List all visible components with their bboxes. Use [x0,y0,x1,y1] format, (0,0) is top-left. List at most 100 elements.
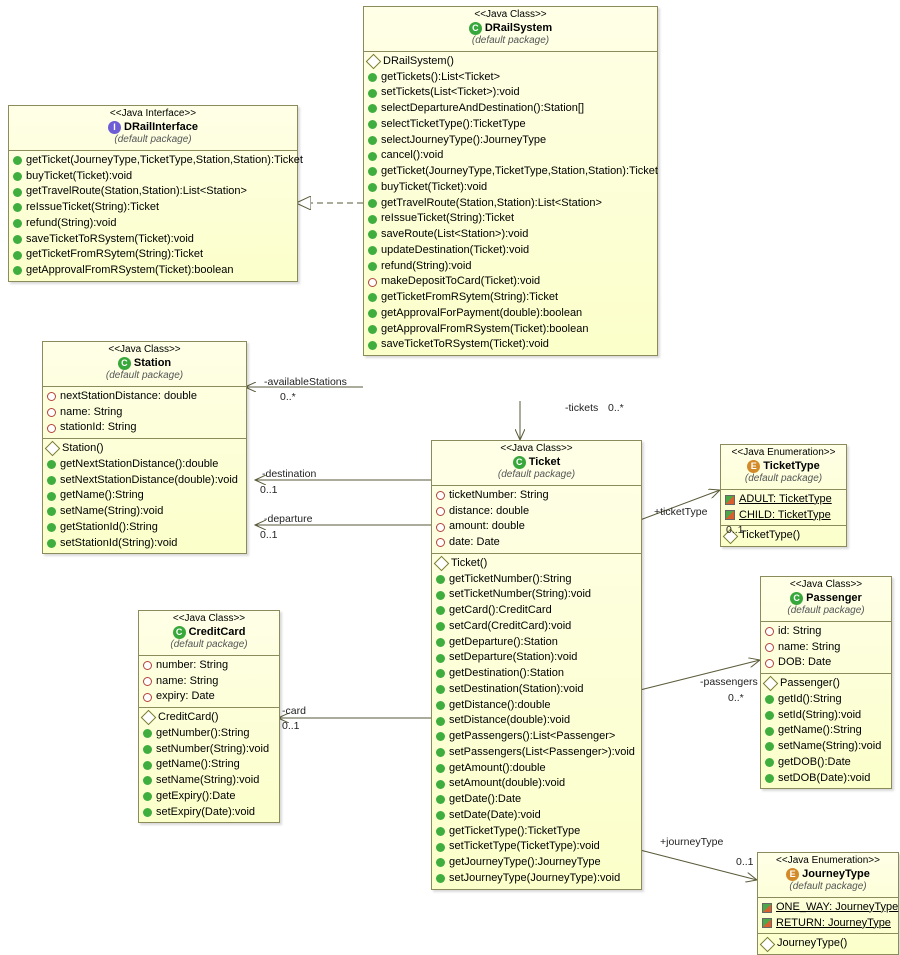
class-journeytype: <<Java Enumeration>> E JourneyType (defa… [757,852,899,955]
class-drailsystem: <<Java Class>> C DRailSystem (default pa… [363,6,658,356]
operation: setDOB(Date):void [765,771,887,787]
operation: reIssueTicket(String):Ticket [368,211,653,227]
attribute: name: String [47,405,242,421]
interface-icon: I [108,121,121,134]
operation: DRailSystem() [368,54,653,70]
class-icon: C [513,456,526,469]
mult-ticketType: 0..1 [726,524,744,536]
mult-journeyType: 0..1 [736,856,754,868]
operation: getApprovalFromRSystem(Ticket):boolean [13,263,293,279]
operation: setPassengers(List<Passenger>):void [436,745,637,761]
operation: getId():String [765,692,887,708]
operation: getJourneyType():JourneyType [436,855,637,871]
operation: getTravelRoute(Station,Station):List<Sta… [368,196,653,212]
mult-card: 0..1 [282,720,300,732]
operation: getTicket(JourneyType,TicketType,Station… [368,164,653,180]
assoc-passengers: -passengers [700,676,758,688]
operation: getExpiry():Date [143,789,275,805]
operation: buyTicket(Ticket):void [368,180,653,196]
operation: updateDestination(Ticket):void [368,243,653,259]
operation: getDeparture():Station [436,635,637,651]
assoc-destination: -destination [262,468,316,480]
class-passenger: <<Java Class>> C Passenger (default pack… [760,576,892,789]
operation: setStationId(String):void [47,536,242,552]
mult-destination: 0..1 [260,484,278,496]
operation: getAmount():double [436,761,637,777]
operation: saveRoute(List<Station>):void [368,227,653,243]
assoc-ticketType: +ticketType [654,506,707,518]
operation: setDate(Date):void [436,808,637,824]
operation: selectJourneyType():JourneyType [368,133,653,149]
mult-availableStations: 0..* [280,391,296,403]
operation: getCard():CreditCard [436,603,637,619]
enum-icon: E [786,868,799,881]
operation: setId(String):void [765,708,887,724]
package: (default package) [15,134,291,147]
operation: getTicketNumber():String [436,572,637,588]
operation: reIssueTicket(String):Ticket [13,200,293,216]
assoc-card: -card [282,705,306,717]
assoc-tickets: -tickets [565,402,598,414]
package: (default package) [370,35,651,48]
operation: setTicketType(TicketType):void [436,839,637,855]
mult-departure: 0..1 [260,529,278,541]
enum-literal: CHILD: TicketType [725,508,842,524]
operation: getPassengers():List<Passenger> [436,729,637,745]
operation: setDestination(Station):void [436,682,637,698]
operation: getTicket(JourneyType,TicketType,Station… [13,153,293,169]
operation: Passenger() [765,676,887,692]
stereotype: <<Java Class>> [370,9,651,22]
operation: getDistance():double [436,698,637,714]
operation: JourneyType() [762,936,894,952]
operation: getTickets():List<Ticket> [368,70,653,86]
stereotype: <<Java Interface>> [15,108,291,121]
operation: getName():String [765,723,887,739]
class-icon: C [118,357,131,370]
attribute: ticketNumber: String [436,488,637,504]
operation: getName():String [47,488,242,504]
operation: setNextStationDistance(double):void [47,473,242,489]
operation: refund(String):void [368,259,653,275]
operation: selectDepartureAndDestination():Station[… [368,101,653,117]
operation: setCard(CreditCard):void [436,619,637,635]
attribute: expiry: Date [143,689,275,705]
enum-literal: ONE_WAY: JourneyType [762,900,894,916]
attribute: nextStationDistance: double [47,389,242,405]
assoc-journeyType: +journeyType [660,836,723,848]
mult-tickets: 0..* [608,402,624,414]
enum-literal: ADULT: TicketType [725,492,842,508]
operation: saveTicketToRSystem(Ticket):void [368,337,653,353]
class-name: DRailSystem [485,22,552,36]
operation: setExpiry(Date):void [143,805,275,821]
operation: getDestination():Station [436,666,637,682]
operation: selectTicketType():TicketType [368,117,653,133]
operation: getTicketFromRSytem(String):Ticket [368,290,653,306]
class-icon: C [469,22,482,35]
operation: saveTicketToRSystem(Ticket):void [13,232,293,248]
operation: setTicketNumber(String):void [436,587,637,603]
operation: getNumber():String [143,726,275,742]
enum-icon: E [747,460,760,473]
operation: getApprovalForPayment(double):boolean [368,306,653,322]
operation: Ticket() [436,556,637,572]
operation: getStationId():String [47,520,242,536]
attribute: id: String [765,624,887,640]
operation: refund(String):void [13,216,293,232]
operation: setDistance(double):void [436,713,637,729]
class-icon: C [790,592,803,605]
attribute: date: Date [436,535,637,551]
class-name: DRailInterface [124,121,198,135]
operation: getDOB():Date [765,755,887,771]
attribute: amount: double [436,519,637,535]
operation: setName(String):void [765,739,887,755]
attribute: stationId: String [47,420,242,436]
operation: getTravelRoute(Station,Station):List<Sta… [13,184,293,200]
operation: getTicketFromRSytem(String):Ticket [13,247,293,263]
class-creditcard: <<Java Class>> C CreditCard (default pac… [138,610,280,823]
operation: cancel():void [368,148,653,164]
enum-literal: RETURN: JourneyType [762,916,894,932]
operation: CreditCard() [143,710,275,726]
operation: getNextStationDistance():double [47,457,242,473]
class-drailinterface: <<Java Interface>> I DRailInterface (def… [8,105,298,282]
class-icon: C [173,626,186,639]
